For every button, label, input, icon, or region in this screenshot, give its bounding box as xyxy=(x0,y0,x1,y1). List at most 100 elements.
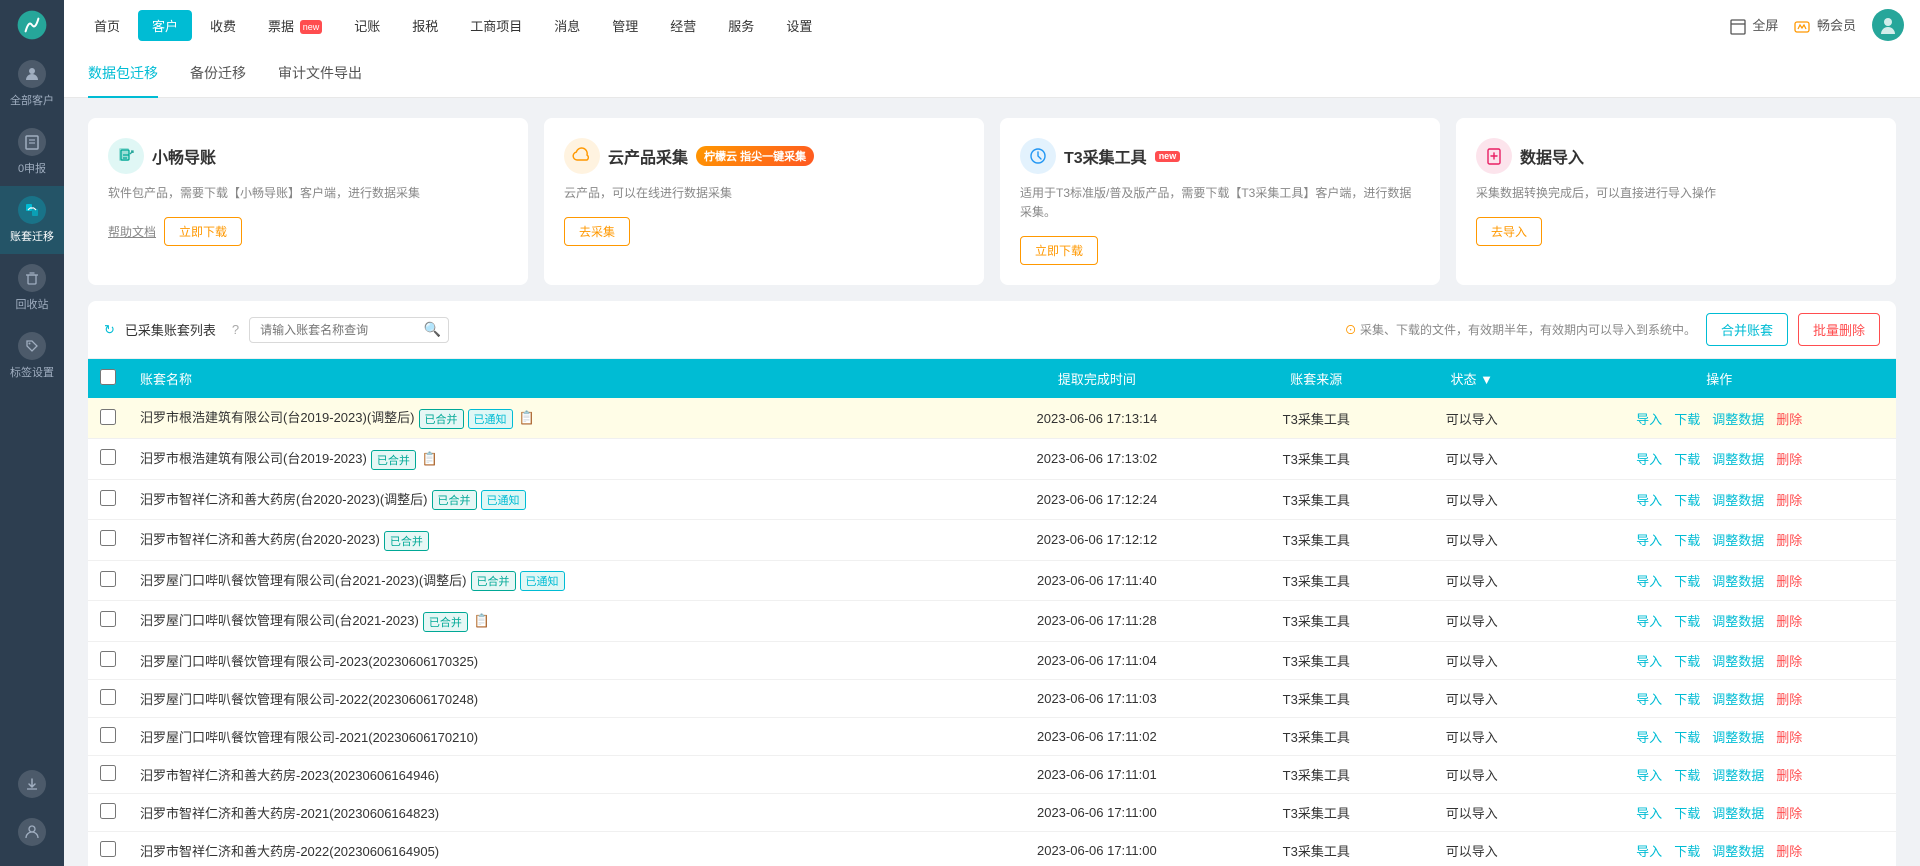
nav-customer[interactable]: 客户 xyxy=(138,10,192,41)
sidebar-item-download[interactable] xyxy=(0,760,64,808)
row-action-删除[interactable]: 删除 xyxy=(1776,490,1802,509)
row-checkbox[interactable] xyxy=(100,803,116,819)
download-now-btn[interactable]: 立即下载 xyxy=(164,217,242,246)
row-action-导入[interactable]: 导入 xyxy=(1636,409,1662,428)
fullscreen-btn[interactable]: 全屏 xyxy=(1730,15,1779,35)
row-action-导入[interactable]: 导入 xyxy=(1636,841,1662,860)
go-import-btn[interactable]: 去导入 xyxy=(1476,217,1542,246)
go-collect-btn[interactable]: 去采集 xyxy=(564,217,630,246)
row-action-导入[interactable]: 导入 xyxy=(1636,449,1662,468)
subtab-backup-migrate[interactable]: 备份迁移 xyxy=(190,50,246,98)
row-checkbox[interactable] xyxy=(100,727,116,743)
nav-home[interactable]: 首页 xyxy=(80,10,134,41)
row-action-调整数据[interactable]: 调整数据 xyxy=(1712,530,1764,549)
sidebar-item-all-customer[interactable]: 全部客户 xyxy=(0,50,64,118)
subtab-audit-export[interactable]: 审计文件导出 xyxy=(278,50,362,98)
row-action-下载[interactable]: 下载 xyxy=(1674,530,1700,549)
row-action-删除[interactable]: 删除 xyxy=(1776,689,1802,708)
search-input[interactable] xyxy=(249,317,449,343)
row-action-导入[interactable]: 导入 xyxy=(1636,803,1662,822)
row-action-导入[interactable]: 导入 xyxy=(1636,611,1662,630)
row-action-删除[interactable]: 删除 xyxy=(1776,449,1802,468)
sidebar-item-recycle[interactable]: 回收站 xyxy=(0,254,64,322)
row-action-调整数据[interactable]: 调整数据 xyxy=(1712,490,1764,509)
row-action-调整数据[interactable]: 调整数据 xyxy=(1712,651,1764,670)
row-action-调整数据[interactable]: 调整数据 xyxy=(1712,841,1764,860)
download-t3-btn[interactable]: 立即下载 xyxy=(1020,236,1098,265)
sidebar-item-user[interactable] xyxy=(0,808,64,856)
nav-settings[interactable]: 设置 xyxy=(772,10,826,41)
row-action-调整数据[interactable]: 调整数据 xyxy=(1712,765,1764,784)
row-checkbox[interactable] xyxy=(100,571,116,587)
row-action-下载[interactable]: 下载 xyxy=(1674,571,1700,590)
row-action-下载[interactable]: 下载 xyxy=(1674,651,1700,670)
row-action-下载[interactable]: 下载 xyxy=(1674,490,1700,509)
row-action-删除[interactable]: 删除 xyxy=(1776,841,1802,860)
row-action-导入[interactable]: 导入 xyxy=(1636,530,1662,549)
row-action-导入[interactable]: 导入 xyxy=(1636,490,1662,509)
row-action-下载[interactable]: 下载 xyxy=(1674,611,1700,630)
row-action-调整数据[interactable]: 调整数据 xyxy=(1712,803,1764,822)
row-action-删除[interactable]: 删除 xyxy=(1776,611,1802,630)
sidebar-item-account-migrate[interactable]: 账套迁移 xyxy=(0,186,64,254)
subtab-data-migrate[interactable]: 数据包迁移 xyxy=(88,50,158,98)
nav-service[interactable]: 服务 xyxy=(714,10,768,41)
row-action-导入[interactable]: 导入 xyxy=(1636,571,1662,590)
nav-accounting[interactable]: 记账 xyxy=(340,10,394,41)
row-action-下载[interactable]: 下载 xyxy=(1674,689,1700,708)
row-checkbox[interactable] xyxy=(100,611,116,627)
nav-fee[interactable]: 收费 xyxy=(196,10,250,41)
help-doc-btn[interactable]: 帮助文档 xyxy=(108,217,156,246)
row-action-下载[interactable]: 下载 xyxy=(1674,409,1700,428)
select-all-checkbox[interactable] xyxy=(100,369,116,385)
note-icon[interactable]: 📋 xyxy=(474,613,490,628)
row-action-调整数据[interactable]: 调整数据 xyxy=(1712,571,1764,590)
row-action-导入[interactable]: 导入 xyxy=(1636,727,1662,746)
app-logo[interactable] xyxy=(0,0,64,50)
row-action-下载[interactable]: 下载 xyxy=(1674,449,1700,468)
nav-message[interactable]: 消息 xyxy=(540,10,594,41)
row-action-删除[interactable]: 删除 xyxy=(1776,571,1802,590)
row-checkbox[interactable] xyxy=(100,530,116,546)
row-checkbox[interactable] xyxy=(100,689,116,705)
row-checkbox[interactable] xyxy=(100,409,116,425)
row-action-调整数据[interactable]: 调整数据 xyxy=(1712,449,1764,468)
note-icon[interactable]: 📋 xyxy=(422,451,438,466)
row-action-导入[interactable]: 导入 xyxy=(1636,765,1662,784)
row-action-下载[interactable]: 下载 xyxy=(1674,841,1700,860)
row-action-调整数据[interactable]: 调整数据 xyxy=(1712,689,1764,708)
row-checkbox[interactable] xyxy=(100,449,116,465)
row-action-删除[interactable]: 删除 xyxy=(1776,651,1802,670)
row-action-调整数据[interactable]: 调整数据 xyxy=(1712,611,1764,630)
nav-invoice[interactable]: 票据 new xyxy=(254,10,336,41)
col-status[interactable]: 状态 ▼ xyxy=(1401,359,1542,398)
row-action-删除[interactable]: 删除 xyxy=(1776,765,1802,784)
sidebar-item-tag-settings[interactable]: 标签设置 xyxy=(0,322,64,390)
row-action-调整数据[interactable]: 调整数据 xyxy=(1712,409,1764,428)
row-action-下载[interactable]: 下载 xyxy=(1674,727,1700,746)
note-icon[interactable]: 📋 xyxy=(519,410,535,425)
table-help-icon[interactable]: ? xyxy=(232,322,239,337)
row-action-下载[interactable]: 下载 xyxy=(1674,803,1700,822)
row-action-调整数据[interactable]: 调整数据 xyxy=(1712,727,1764,746)
row-action-下载[interactable]: 下载 xyxy=(1674,765,1700,784)
row-checkbox[interactable] xyxy=(100,651,116,667)
row-action-删除[interactable]: 删除 xyxy=(1776,530,1802,549)
row-action-删除[interactable]: 删除 xyxy=(1776,803,1802,822)
nav-business[interactable]: 工商项目 xyxy=(456,10,536,41)
nav-tax[interactable]: 报税 xyxy=(398,10,452,41)
row-action-删除[interactable]: 删除 xyxy=(1776,727,1802,746)
refresh-icon[interactable]: ↻ xyxy=(104,322,115,338)
nav-manage[interactable]: 管理 xyxy=(598,10,652,41)
batch-delete-btn[interactable]: 批量删除 xyxy=(1798,313,1880,346)
row-action-导入[interactable]: 导入 xyxy=(1636,689,1662,708)
merge-accounts-btn[interactable]: 合并账套 xyxy=(1706,313,1788,346)
row-checkbox[interactable] xyxy=(100,765,116,781)
vip-btn[interactable]: 畅会员 xyxy=(1794,15,1856,35)
row-action-导入[interactable]: 导入 xyxy=(1636,651,1662,670)
row-action-删除[interactable]: 删除 xyxy=(1776,409,1802,428)
row-checkbox[interactable] xyxy=(100,841,116,857)
user-avatar[interactable] xyxy=(1872,9,1904,41)
search-button[interactable]: 🔍 xyxy=(424,321,441,338)
nav-operation[interactable]: 经营 xyxy=(656,10,710,41)
